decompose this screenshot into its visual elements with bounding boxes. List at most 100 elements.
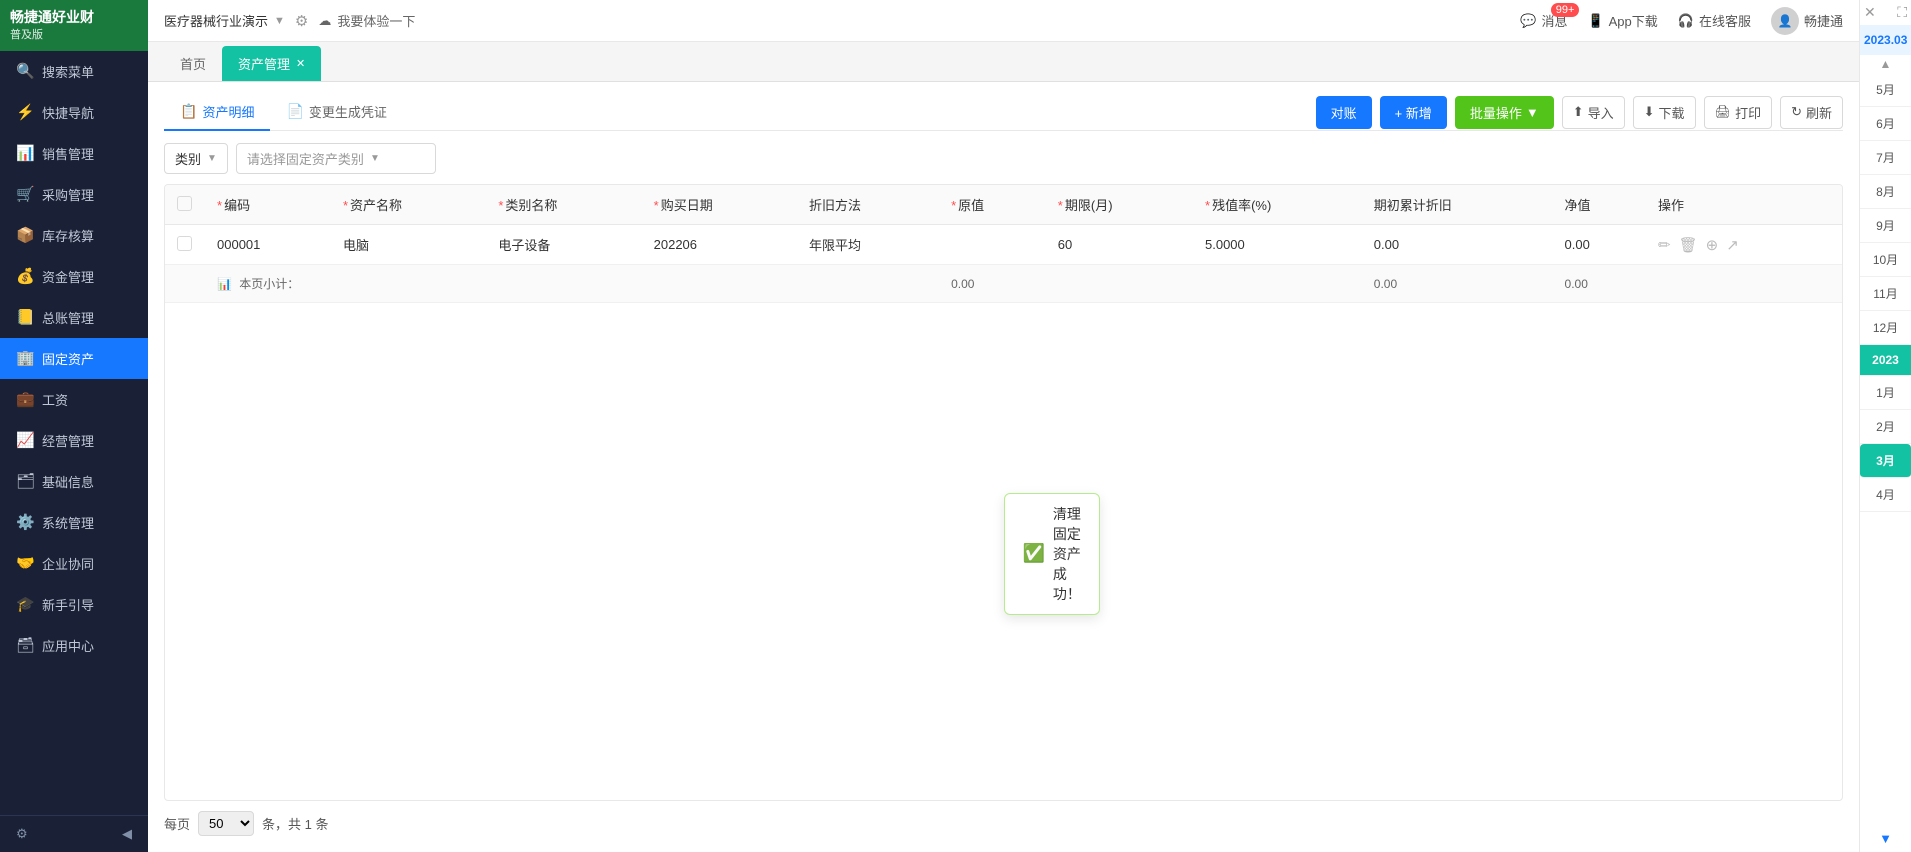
cell-depreciation: 年限平均 xyxy=(797,225,939,265)
sidebar-item-总账管理[interactable]: 📒总账管理 xyxy=(0,297,148,338)
filter-left: 类别 ▼ 请选择固定资产类别 ▼ xyxy=(164,143,436,174)
sidebar-icon: 💰 xyxy=(16,267,34,285)
sidebar-icon: 🏢 xyxy=(16,349,34,367)
sidebar-item-固定资产[interactable]: 🏢固定资产 xyxy=(0,338,148,379)
messages-button[interactable]: 💬 消息 99+ xyxy=(1520,11,1567,30)
calendar-list: 5月6月7月8月9月10月11月12月20231月2月3月4月 xyxy=(1860,73,1911,825)
company-selector[interactable]: 医疗器械行业演示 ▼ xyxy=(164,11,285,30)
reconcile-button[interactable]: 对账 xyxy=(1316,96,1372,129)
cell-original-value xyxy=(939,225,1046,265)
subtotal-original: 0.00 xyxy=(939,265,1046,303)
edit-icon[interactable]: ✏ xyxy=(1658,236,1671,254)
subtotal-net: 0.00 xyxy=(1553,265,1647,303)
experience-button[interactable]: ☁ 我要体验一下 xyxy=(318,11,415,30)
calendar-month-item[interactable]: 2月 xyxy=(1860,410,1911,444)
select-all-checkbox[interactable] xyxy=(177,196,192,211)
sidebar-icon: ⚡ xyxy=(16,103,34,121)
col-initial-accum: 期初累计折旧 xyxy=(1362,185,1553,225)
table-row: 000001 电脑 电子设备 202206 年限平均 60 5.0000 0.0… xyxy=(165,225,1842,265)
sidebar-item-经营管理[interactable]: 📈经营管理 xyxy=(0,420,148,461)
header-left: 医疗器械行业演示 ▼ ⚙ ☁ 我要体验一下 xyxy=(164,11,415,30)
col-code: *编码 xyxy=(205,185,331,225)
print-icon: 🖨 xyxy=(1715,104,1732,120)
sidebar-icon: 📒 xyxy=(16,308,34,326)
refresh-button[interactable]: ↻ 刷新 xyxy=(1780,96,1843,129)
header: 医疗器械行业演示 ▼ ⚙ ☁ 我要体验一下 💬 消息 99+ 📱 App下载 🎧… xyxy=(148,0,1859,42)
tab-home[interactable]: 首页 xyxy=(164,46,222,81)
header-right: 💬 消息 99+ 📱 App下载 🎧 在线客服 👤 畅捷通 xyxy=(1520,7,1843,35)
calendar-month-item[interactable]: 3月 xyxy=(1860,444,1911,478)
calendar-month-item[interactable]: 6月 xyxy=(1860,107,1911,141)
service-icon: 🎧 xyxy=(1678,13,1694,29)
total-count: 条，共 1 条 xyxy=(262,814,328,833)
calendar-month-item[interactable]: 8月 xyxy=(1860,175,1911,209)
calendar-down-arrow[interactable]: ▼ xyxy=(1860,825,1911,852)
calendar-up-arrow[interactable]: ▲ xyxy=(1878,55,1894,73)
calendar-month-item[interactable]: 4月 xyxy=(1860,478,1911,512)
sidebar-item-销售管理[interactable]: 📊销售管理 xyxy=(0,133,148,174)
settings-icon[interactable]: ⚙ xyxy=(16,826,28,842)
calendar-year-month: 2023.03 xyxy=(1860,25,1911,55)
panel-close-icon[interactable]: ✕ xyxy=(1864,4,1876,21)
category-filter[interactable]: 类别 ▼ xyxy=(164,143,228,174)
pagination: 每页 50 10 20 100 条，共 1 条 xyxy=(164,801,1843,840)
delete-icon[interactable]: 🗑 xyxy=(1679,236,1698,254)
sidebar-icon: 🛒 xyxy=(16,185,34,203)
import-button[interactable]: ⬆ 导入 xyxy=(1562,96,1625,129)
calendar-month-item[interactable]: 11月 xyxy=(1860,277,1911,311)
panel-expand-icon[interactable]: ⛶ xyxy=(1897,4,1907,21)
online-service-button[interactable]: 🎧 在线客服 xyxy=(1678,11,1751,30)
per-page-select[interactable]: 50 10 20 100 xyxy=(198,811,254,836)
sidebar-item-新手引导[interactable]: 🎓新手引导 xyxy=(0,584,148,625)
calendar-month-item[interactable]: 5月 xyxy=(1860,73,1911,107)
asset-detail-icon: 📋 xyxy=(180,103,197,120)
calendar-year-label[interactable]: 2023 xyxy=(1860,345,1911,376)
sidebar-item-工资[interactable]: 💼工资 xyxy=(0,379,148,420)
asset-table: *编码 *资产名称 *类别名称 *购买日期 折旧方法 *原值 *期限(月) *残… xyxy=(164,184,1843,801)
sidebar-item-系统管理[interactable]: ⚙️系统管理 xyxy=(0,502,148,543)
sidebar-item-采购管理[interactable]: 🛒采购管理 xyxy=(0,174,148,215)
settings-button[interactable]: ⚙ xyxy=(295,12,308,30)
sidebar-icon: 🗃 xyxy=(16,636,34,654)
new-button[interactable]: + 新增 xyxy=(1380,96,1447,129)
sidebar-item-搜索菜单[interactable]: 🔍搜索菜单 xyxy=(0,51,148,92)
cloud-icon: ☁ xyxy=(318,13,331,29)
calendar-month-item[interactable]: 7月 xyxy=(1860,141,1911,175)
cell-code: 000001 xyxy=(205,225,331,265)
calendar-month-item[interactable]: 1月 xyxy=(1860,376,1911,410)
sidebar-item-快捷导航[interactable]: ⚡快捷导航 xyxy=(0,92,148,133)
sidebar-item-基础信息[interactable]: 🗂基础信息 xyxy=(0,461,148,502)
calendar-month-item[interactable]: 12月 xyxy=(1860,311,1911,345)
download-button[interactable]: ⬇ 下载 xyxy=(1633,96,1696,129)
col-depreciation: 折旧方法 xyxy=(797,185,939,225)
sidebar-icon: 📈 xyxy=(16,431,34,449)
sidebar-item-企业协同[interactable]: 🤝企业协同 xyxy=(0,543,148,584)
user-profile[interactable]: 👤 畅捷通 xyxy=(1771,7,1843,35)
app-download-button[interactable]: 📱 App下载 xyxy=(1587,11,1657,30)
sidebar-item-库存核算[interactable]: 📦库存核算 xyxy=(0,215,148,256)
sidebar-item-应用中心[interactable]: 🗃应用中心 xyxy=(0,625,148,666)
col-purchase-date: *购买日期 xyxy=(642,185,797,225)
sub-tab-asset-detail[interactable]: 📋 资产明细 xyxy=(164,94,270,131)
tab-close-icon[interactable]: ✕ xyxy=(296,57,305,70)
print-button[interactable]: 🖨 打印 xyxy=(1704,96,1773,129)
content-area: 📋 资产明细 📄 变更生成凭证 对账 + 新增 批量操作 ▼ ⬆ 导入 xyxy=(148,82,1859,852)
sidebar-item-资金管理[interactable]: 💰资金管理 xyxy=(0,256,148,297)
calendar-month-item[interactable]: 9月 xyxy=(1860,209,1911,243)
more-icon[interactable]: ↗ xyxy=(1726,236,1739,254)
company-name: 医疗器械行业演示 xyxy=(164,11,268,30)
sidebar-icon: 🤝 xyxy=(16,554,34,572)
col-residual: *残值率(%) xyxy=(1193,185,1362,225)
collapse-icon[interactable]: ◀ xyxy=(122,826,132,842)
copy-icon[interactable]: ⊕ xyxy=(1706,236,1719,254)
row-checkbox[interactable] xyxy=(177,236,192,251)
right-panel: ✕ ⛶ 2023.03 ▲ 5月6月7月8月9月10月11月12月20231月2… xyxy=(1859,0,1911,852)
batch-ops-button[interactable]: 批量操作 ▼ xyxy=(1455,96,1554,129)
cell-residual: 5.0000 xyxy=(1193,225,1362,265)
sidebar-icon: 📊 xyxy=(16,144,34,162)
calendar-month-item[interactable]: 10月 xyxy=(1860,243,1911,277)
subtotal-residual xyxy=(1193,265,1362,303)
category-input[interactable]: 请选择固定资产类别 ▼ xyxy=(236,143,436,174)
sub-tab-voucher[interactable]: 📄 变更生成凭证 xyxy=(270,94,402,131)
tab-asset-management[interactable]: 资产管理 ✕ xyxy=(222,46,321,81)
